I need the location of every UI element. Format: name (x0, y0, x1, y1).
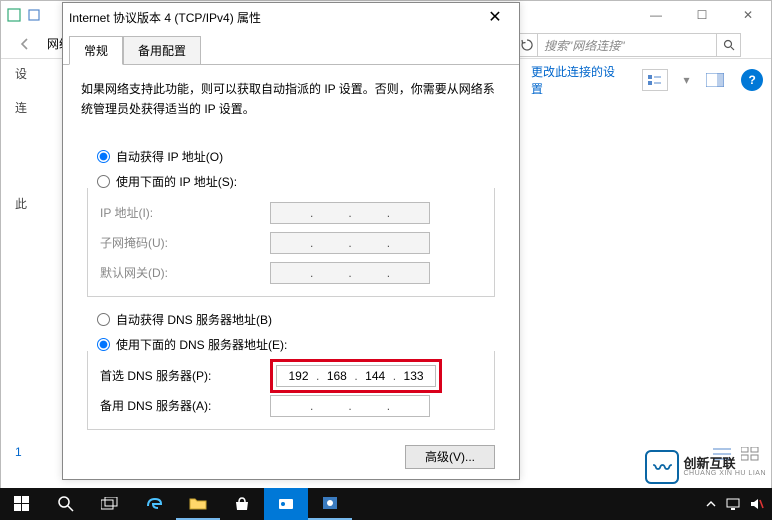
sidebar-text: 此 (15, 195, 55, 221)
gateway-row: 默认网关(D): ... (100, 258, 482, 288)
ip-address-input: ... (270, 202, 430, 224)
task-view-button[interactable] (88, 488, 132, 520)
dialog-body: 如果网络支持此功能，则可以获取自动指派的 IP 设置。否则，你需要从网络系统管理… (63, 64, 519, 480)
ip-manual-radio[interactable] (97, 175, 110, 188)
primary-dns-label: 首选 DNS 服务器(P): (100, 367, 270, 384)
watermark: 〰 创新互联 CHUANG XIN HU LIAN (645, 450, 766, 484)
settings-app-button[interactable] (264, 488, 308, 520)
control-panel-icon (322, 495, 338, 511)
window-minimize-button[interactable]: — (633, 1, 679, 29)
taskbar-search-button[interactable] (44, 488, 88, 520)
app-icon (7, 8, 21, 22)
dialog-tabs: 常规 备用配置 (63, 35, 519, 64)
watermark-logo-icon: 〰 (645, 450, 679, 484)
search-input[interactable]: 搜索"网络连接" (537, 33, 717, 57)
primary-dns-row: 首选 DNS 服务器(P): 192. 168. 144. 133 (100, 361, 482, 391)
control-panel-button[interactable] (308, 488, 352, 520)
app-icon-2 (27, 8, 41, 22)
primary-dns-highlight: 192. 168. 144. 133 (270, 359, 442, 393)
windows-icon (14, 496, 30, 512)
sidebar-fragments: 设 连 此 (15, 65, 55, 221)
sidebar-text: 设 (15, 65, 55, 91)
store-button[interactable] (220, 488, 264, 520)
tray-chevron-icon[interactable] (706, 499, 716, 509)
subnet-mask-row: 子网掩码(U): ... (100, 228, 482, 258)
dns-auto-label: 自动获得 DNS 服务器地址(B) (116, 311, 272, 328)
tray-network-icon[interactable] (726, 498, 740, 510)
advanced-button[interactable]: 高级(V)... (405, 445, 495, 469)
folder-icon (189, 496, 207, 510)
dns-auto-radio[interactable] (97, 313, 110, 326)
id-card-icon (278, 496, 294, 512)
ip-fieldset: IP 地址(I): ... 子网掩码(U): ... 默认网关(D): ... (87, 188, 495, 297)
watermark-py: CHUANG XIN HU LIAN (683, 470, 766, 477)
edge-button[interactable] (132, 488, 176, 520)
store-icon (234, 496, 250, 512)
start-button[interactable] (0, 488, 44, 520)
gateway-input: ... (270, 262, 430, 284)
edge-icon (146, 496, 162, 512)
taskbar (0, 488, 772, 520)
subnet-mask-input: ... (270, 232, 430, 254)
tab-general[interactable]: 常规 (69, 36, 123, 65)
secondary-dns-row: 备用 DNS 服务器(A): ... (100, 391, 482, 421)
window-close-button[interactable]: ✕ (725, 1, 771, 29)
dns-auto-radio-row[interactable]: 自动获得 DNS 服务器地址(B) (97, 311, 501, 328)
ip-auto-radio-row[interactable]: 自动获得 IP 地址(O) (97, 148, 501, 165)
change-settings-link[interactable]: 更改此连接的设置 (531, 63, 626, 97)
gateway-label: 默认网关(D): (100, 264, 270, 281)
dns-manual-radio[interactable] (97, 338, 110, 351)
item-count: 1 (15, 445, 22, 459)
ip-auto-label: 自动获得 IP 地址(O) (116, 148, 223, 165)
window-restore-button[interactable]: ☐ (679, 1, 725, 29)
ip-auto-radio[interactable] (97, 150, 110, 163)
help-button[interactable]: ? (741, 69, 763, 91)
dns-fieldset: 首选 DNS 服务器(P): 192. 168. 144. 133 备用 DNS… (87, 351, 495, 430)
ip-address-row: IP 地址(I): ... (100, 198, 482, 228)
ip-address-label: IP 地址(I): (100, 204, 270, 221)
search-icon (58, 496, 74, 512)
search-icon (723, 39, 735, 51)
secondary-dns-input[interactable]: ... (270, 395, 430, 417)
dialog-titlebar: Internet 协议版本 4 (TCP/IPv4) 属性 ✕ (63, 3, 519, 31)
command-bar: 更改此连接的设置 ▾ ? (531, 65, 763, 95)
explorer-button[interactable] (176, 488, 220, 520)
sidebar-text: 连 (15, 99, 55, 125)
search-placeholder: 搜索"网络连接" (544, 37, 625, 54)
search-button[interactable] (717, 33, 741, 57)
dialog-description: 如果网络支持此功能，则可以获取自动指派的 IP 设置。否则，你需要从网络系统管理… (81, 79, 501, 120)
watermark-cn: 创新互联 (683, 457, 766, 470)
ipv4-properties-dialog: Internet 协议版本 4 (TCP/IPv4) 属性 ✕ 常规 备用配置 … (62, 2, 520, 480)
dialog-close-button[interactable]: ✕ (477, 3, 513, 31)
task-view-icon (101, 497, 119, 511)
preview-pane-button[interactable] (706, 70, 726, 90)
subnet-mask-label: 子网掩码(U): (100, 234, 270, 251)
view-dropdown[interactable] (642, 69, 668, 91)
dialog-title: Internet 协议版本 4 (TCP/IPv4) 属性 (69, 9, 477, 26)
tray-volume-icon[interactable] (750, 498, 764, 510)
primary-dns-input[interactable]: 192. 168. 144. 133 (276, 365, 436, 387)
nav-back-button[interactable] (11, 32, 39, 56)
secondary-dns-label: 备用 DNS 服务器(A): (100, 397, 270, 414)
search-wrap: 搜索"网络连接" (515, 33, 741, 57)
system-tray (706, 498, 772, 510)
tab-alternate[interactable]: 备用配置 (123, 36, 201, 65)
